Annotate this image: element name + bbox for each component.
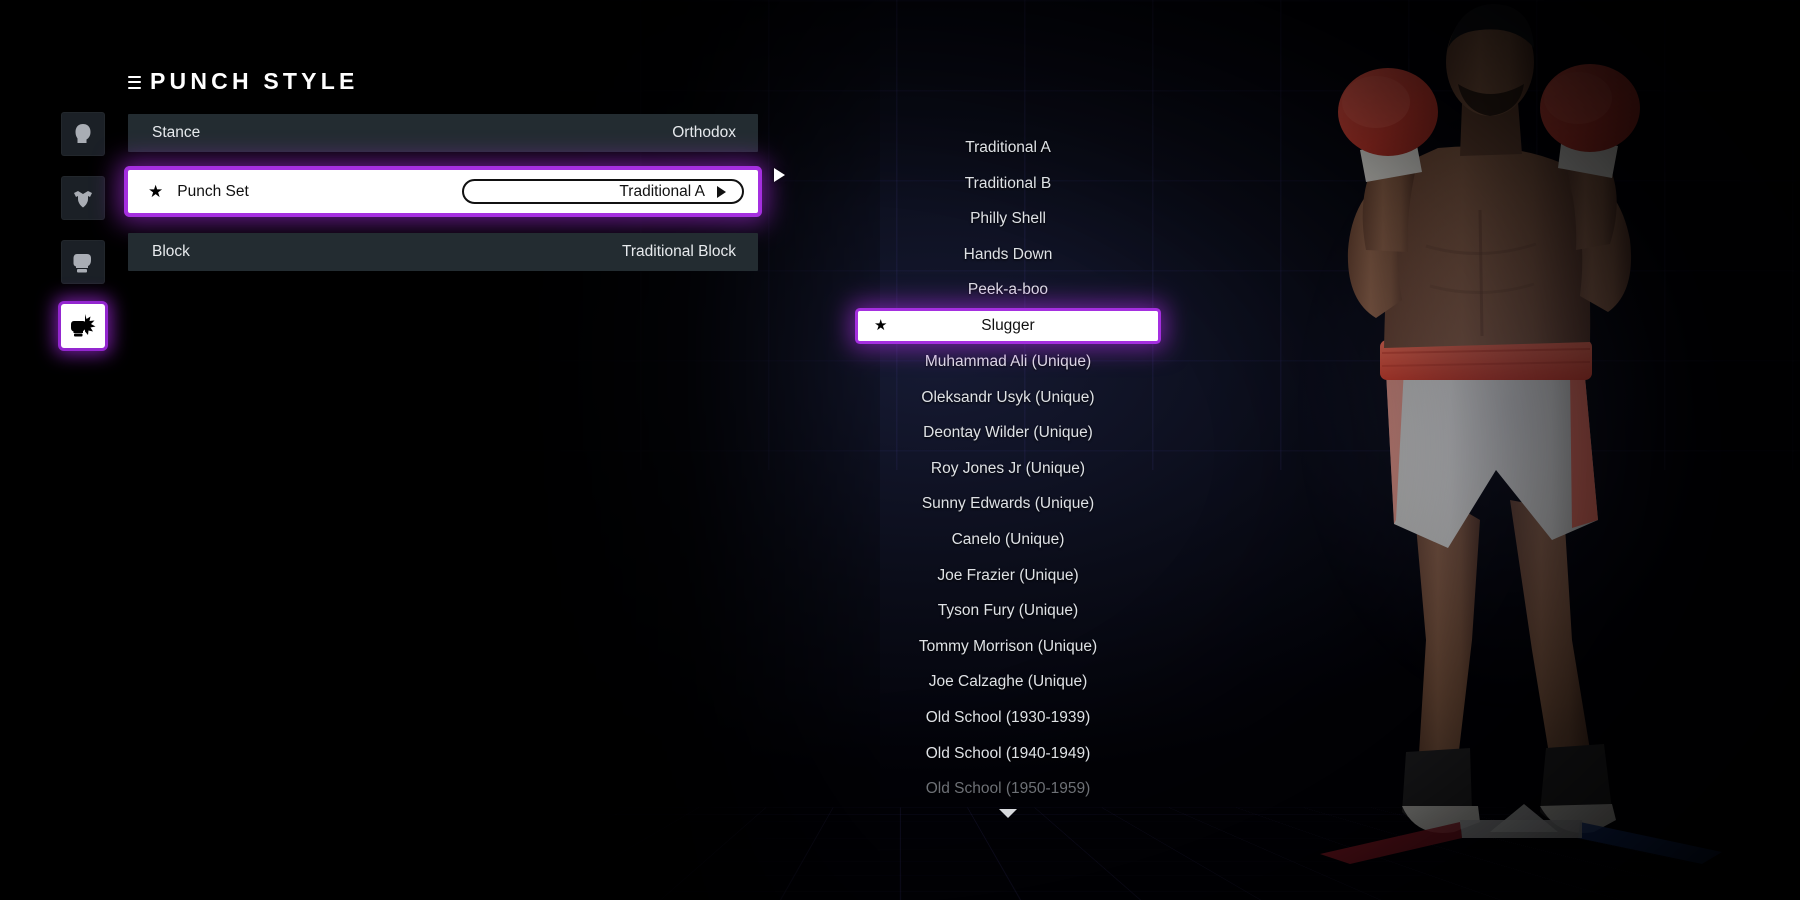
favorite-star-icon: ★: [148, 182, 164, 201]
punch-set-dropdown: Traditional A Traditional B Philly Shell Ha…: [858, 130, 1158, 818]
dropdown-option-label: Joe Frazier (Unique): [937, 566, 1079, 584]
dropdown-option-label: Joe Calzaghe (Unique): [928, 673, 1088, 691]
dropdown-option-selected[interactable]: ★ Slugger: [858, 310, 1158, 341]
head-icon: [75, 124, 91, 143]
chevron-right-icon[interactable]: [717, 185, 726, 198]
dropdown-option-label: Old School (1930-1939): [925, 708, 1091, 726]
dropdown-option-label: Old School (1940-1949): [925, 744, 1091, 762]
dropdown-option[interactable]: Tommy Morrison (Unique): [858, 629, 1158, 665]
dropdown-option-label: Old School (1950-1959): [925, 780, 1091, 798]
hamburger-icon[interactable]: [128, 75, 141, 89]
settings-list: Stance Orthodox ★ Punch Set Traditional …: [128, 114, 758, 289]
favorite-star-icon: ★: [874, 316, 888, 334]
dropdown-option[interactable]: Philly Shell: [858, 201, 1158, 237]
sidebar-item-body[interactable]: [61, 176, 105, 220]
dropdown-option[interactable]: Roy Jones Jr (Unique): [858, 451, 1158, 487]
dropdown-option-label: Sunny Edwards (Unique): [921, 495, 1095, 513]
torso-icon: [74, 191, 92, 208]
dropdown-option[interactable]: Sunny Edwards (Unique): [858, 486, 1158, 522]
row-label: Stance: [152, 124, 201, 141]
dropdown-option-label: Slugger: [981, 316, 1035, 334]
dropdown-option-label: Tyson Fury (Unique): [937, 602, 1079, 620]
dropdown-option[interactable]: Deontay Wilder (Unique): [858, 415, 1158, 451]
dropdown-option[interactable]: Peek-a-boo: [858, 272, 1158, 308]
next-page-arrow-icon[interactable]: [774, 168, 785, 182]
settings-row-punch-set[interactable]: ★ Punch Set Traditional A: [128, 170, 758, 213]
game-customization-screen: PUNCH STYLE Stance Orthodox ★ Punch Set …: [0, 0, 1800, 900]
dropdown-option[interactable]: Oleksandr Usyk (Unique): [858, 380, 1158, 416]
dropdown-option-label: Tommy Morrison (Unique): [918, 637, 1098, 655]
page-header: PUNCH STYLE: [128, 68, 359, 95]
dropdown-option[interactable]: Traditional A: [858, 130, 1158, 166]
chevron-down-icon[interactable]: [999, 808, 1017, 818]
dropdown-option-label: Muhammad Ali (Unique): [924, 352, 1092, 370]
dropdown-option[interactable]: Joe Calzaghe (Unique): [858, 664, 1158, 700]
dropdown-option-label: Peek-a-boo: [967, 281, 1049, 299]
dropdown-option-label: Roy Jones Jr (Unique): [930, 459, 1086, 477]
dropdown-option[interactable]: Traditional B: [858, 166, 1158, 202]
dropdown-option-label: Traditional A: [965, 139, 1051, 156]
row-value: Orthodox: [672, 124, 736, 141]
category-rail: [61, 112, 121, 348]
dropdown-option-label: Philly Shell: [970, 210, 1046, 228]
pill-value: Traditional A: [619, 182, 705, 200]
row-label: Punch Set: [177, 182, 249, 200]
sidebar-item-head[interactable]: [61, 112, 105, 156]
settings-row-block[interactable]: Block Traditional Block: [128, 233, 758, 271]
punch-impact-icon: [71, 314, 96, 337]
dropdown-option-label: Oleksandr Usyk (Unique): [921, 388, 1095, 406]
dropdown-option[interactable]: Muhammad Ali (Unique): [858, 344, 1158, 380]
dropdown-option-label: Canelo (Unique): [951, 530, 1065, 548]
dropdown-option[interactable]: Old School (1950-1959): [858, 771, 1158, 807]
dropdown-option-label: Deontay Wilder (Unique): [923, 424, 1093, 442]
dropdown-option[interactable]: Hands Down: [858, 237, 1158, 273]
dropdown-option-label: Hands Down: [963, 245, 1053, 263]
boxing-glove-icon: [73, 254, 91, 273]
dropdown-options: Traditional A Traditional B Philly Shell Ha…: [858, 130, 1158, 807]
punch-set-value-pill[interactable]: Traditional A: [462, 179, 744, 204]
row-label: Block: [152, 243, 190, 260]
dropdown-option-label: Traditional B: [964, 174, 1052, 192]
dropdown-option[interactable]: Tyson Fury (Unique): [858, 593, 1158, 629]
sidebar-item-punch-style[interactable]: [61, 304, 105, 348]
settings-row-stance[interactable]: Stance Orthodox: [128, 114, 758, 152]
row-value: Traditional Block: [621, 243, 736, 260]
page-title: PUNCH STYLE: [150, 68, 359, 94]
dropdown-option[interactable]: Canelo (Unique): [858, 522, 1158, 558]
dropdown-option[interactable]: Old School (1930-1939): [858, 700, 1158, 736]
dropdown-option[interactable]: Joe Frazier (Unique): [858, 558, 1158, 594]
dropdown-option[interactable]: Old School (1940-1949): [858, 736, 1158, 772]
sidebar-item-glove[interactable]: [61, 240, 105, 284]
